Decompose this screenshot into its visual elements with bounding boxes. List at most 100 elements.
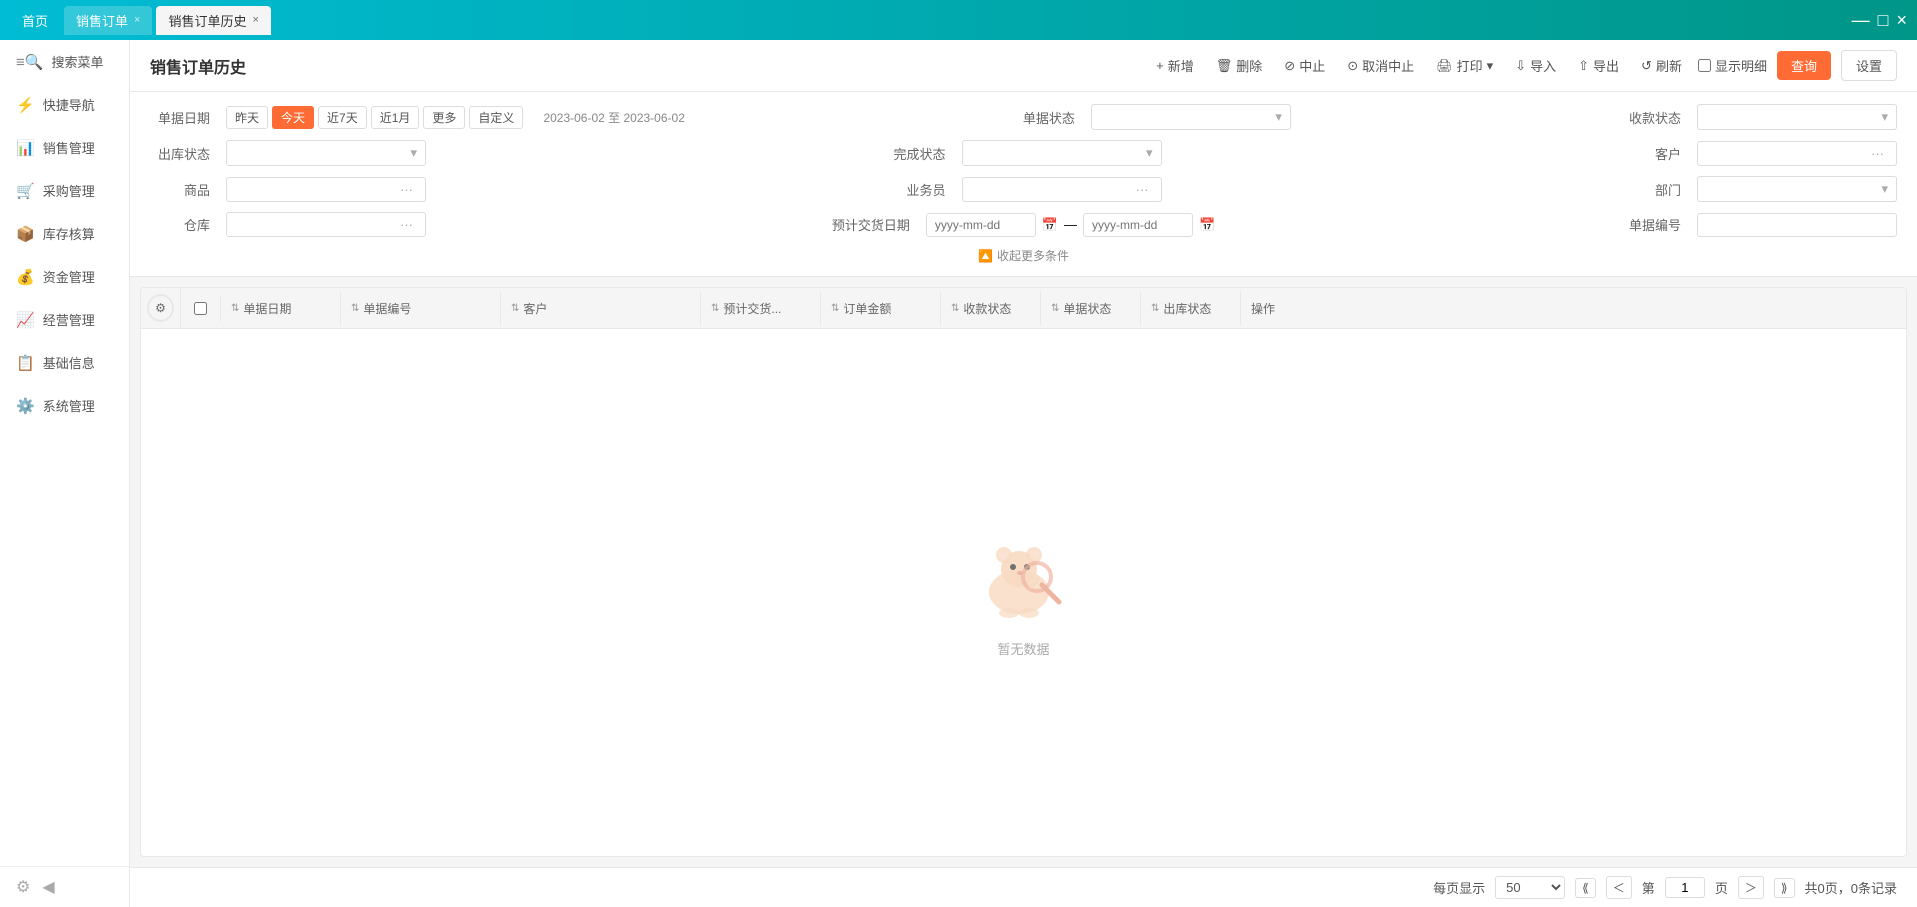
payment-status-select[interactable]: ▾ [1697,104,1897,130]
date-yesterday[interactable]: 昨天 [226,106,268,129]
query-button[interactable]: 查询 [1777,51,1831,80]
sidebar-item-purchase-mgmt-label: 采购管理 [43,181,95,200]
customer-dots-icon[interactable]: ··· [1867,146,1888,161]
delete-button[interactable]: 🗑 删除 [1210,53,1269,78]
calendar-to-icon[interactable]: 📅 [1199,217,1215,233]
close-icon[interactable]: × [1896,10,1907,31]
date-more[interactable]: 更多 [423,106,465,129]
salesperson-dots-icon[interactable]: ··· [1132,182,1153,197]
top-bar-close[interactable]: — □ × [1852,10,1907,31]
cancel-stop-icon: ⊙ [1347,58,1358,74]
th-bill-date: ⇅ 单据日期 [221,292,341,325]
sort-icon-customer[interactable]: ⇅ [511,303,519,314]
page-suffix: 页 [1715,878,1728,897]
maximize-icon[interactable]: □ [1878,10,1889,31]
sidebar-item-system[interactable]: ⚙️ 系统管理 [0,384,129,427]
page-label: 第 [1642,878,1655,897]
sort-icon-expected-delivery[interactable]: ⇅ [711,303,719,314]
empty-illustration [964,527,1084,627]
show-detail-label: 显示明细 [1715,56,1767,75]
page-size-select[interactable]: 50 10 20 100 [1495,876,1565,899]
sidebar-item-sales-mgmt[interactable]: 📊 销售管理 [0,126,129,169]
sidebar-item-inventory[interactable]: 📦 库存核算 [0,212,129,255]
th-payment-status: ⇅ 收款状态 [941,292,1041,325]
date-custom[interactable]: 自定义 [469,106,523,129]
filter-row-4: 仓库 ··· 预计交货日期 📅 — 📅 单据编号 [150,212,1897,237]
first-page-button[interactable]: ⟪ [1575,878,1596,898]
sort-icon-bill-date[interactable]: ⇅ [231,303,239,314]
tab-home[interactable]: 首页 [10,6,60,35]
tab-sales-order-history[interactable]: 销售订单历史 × [156,6,270,35]
import-icon: ⇩ [1515,58,1526,74]
inventory-icon: 📦 [16,225,35,243]
last-page-button[interactable]: ⟫ [1774,878,1795,898]
date-last1month[interactable]: 近1月 [371,106,420,129]
sidebar-item-system-label: 系统管理 [43,396,95,415]
complete-status-select[interactable]: ▾ [962,140,1162,166]
date-last7days[interactable]: 近7天 [318,106,367,129]
toolbar: + 新增 🗑 删除 ⊘ 中止 ⊙ 取消中止 🖨 打印 [1150,50,1897,81]
sort-icon-payment-status[interactable]: ⇅ [951,303,959,314]
sort-icon-bill-number[interactable]: ⇅ [351,303,359,314]
minimize-icon[interactable]: — [1852,10,1870,31]
sidebar-item-basic-info[interactable]: 📋 基础信息 [0,341,129,384]
outbound-status-select[interactable]: ▾ [226,140,426,166]
sort-icon-outbound-status[interactable]: ⇅ [1151,303,1159,314]
prev-page-button[interactable]: ＜ [1606,876,1632,899]
product-dots-icon[interactable]: ··· [396,182,417,197]
sidebar-item-sales-mgmt-label: 销售管理 [43,138,95,157]
delivery-date-to[interactable] [1083,213,1193,237]
sort-icon-order-amount[interactable]: ⇅ [831,303,839,314]
sidebar-item-quick-nav[interactable]: ⚡ 快捷导航 [0,83,129,126]
delete-label: 删除 [1236,56,1262,75]
date-today[interactable]: 今天 [272,106,314,129]
sort-icon-bill-status[interactable]: ⇅ [1051,303,1059,314]
sidebar-settings-icon[interactable]: ⚙ [16,877,30,897]
delivery-date-from[interactable] [926,213,1036,237]
sidebar-item-purchase-mgmt[interactable]: 🛒 采购管理 [0,169,129,212]
department-select[interactable]: ▾ [1697,176,1897,202]
stop-button[interactable]: ⊘ 中止 [1278,53,1331,78]
show-detail-checkbox-area[interactable]: 显示明细 [1698,56,1767,75]
next-page-button[interactable]: ＞ [1738,876,1764,899]
sidebar-item-finance[interactable]: 💰 资金管理 [0,255,129,298]
import-label: 导入 [1530,56,1556,75]
sidebar-item-search-menu-label: 搜索菜单 [51,52,103,71]
new-button[interactable]: + 新增 [1150,53,1200,78]
collapse-row[interactable]: 🔼 收起更多条件 [150,247,1897,264]
refresh-button[interactable]: ↺ 刷新 [1635,53,1688,78]
cancel-stop-button[interactable]: ⊙ 取消中止 [1341,53,1420,78]
sidebar-item-search-menu[interactable]: ≡🔍 搜索菜单 [0,40,129,83]
bill-number-input[interactable] [1697,213,1897,237]
tab-sales-order-close[interactable]: × [134,14,140,26]
select-all-checkbox[interactable] [194,302,207,315]
page-number-input[interactable] [1665,877,1705,898]
date-range-separator: — [1064,217,1077,232]
show-detail-checkbox[interactable] [1698,59,1711,72]
sidebar-item-operations-label: 经营管理 [43,310,95,329]
warehouse-dots-icon[interactable]: ··· [396,217,417,232]
th-bill-number: ⇅ 单据编号 [341,292,501,325]
column-settings-icon[interactable]: ⚙ [147,294,174,322]
sidebar-item-operations[interactable]: 📈 经营管理 [0,298,129,341]
calendar-from-icon[interactable]: 📅 [1042,217,1058,233]
th-order-amount-label: 订单金额 [843,300,891,317]
th-customer-label: 客户 [523,300,547,317]
table-header: ⚙ ⇅ 单据日期 ⇅ 单据编号 ⇅ 客户 ⇅ [141,288,1906,329]
tab-sales-order[interactable]: 销售订单 × [64,6,152,35]
export-button[interactable]: ⇧ 导出 [1572,53,1625,78]
th-operation: 操作 [1241,292,1906,325]
basic-info-icon: 📋 [16,354,35,372]
bill-status-label: 单据状态 [1015,108,1075,127]
new-icon: + [1156,58,1164,73]
settings-button[interactable]: 设置 [1841,50,1897,81]
tab-sales-order-history-close[interactable]: × [252,14,258,26]
bill-status-select[interactable]: ▾ [1091,104,1291,130]
table-area: ⚙ ⇅ 单据日期 ⇅ 单据编号 ⇅ 客户 ⇅ [140,287,1907,857]
finance-icon: 💰 [16,268,35,286]
sidebar-collapse-icon[interactable]: ◀ [42,877,54,897]
print-button[interactable]: 🖨 打印 ▾ [1430,53,1499,78]
import-button[interactable]: ⇩ 导入 [1509,53,1562,78]
th-bill-number-label: 单据编号 [363,300,411,317]
sidebar-item-inventory-label: 库存核算 [43,224,95,243]
